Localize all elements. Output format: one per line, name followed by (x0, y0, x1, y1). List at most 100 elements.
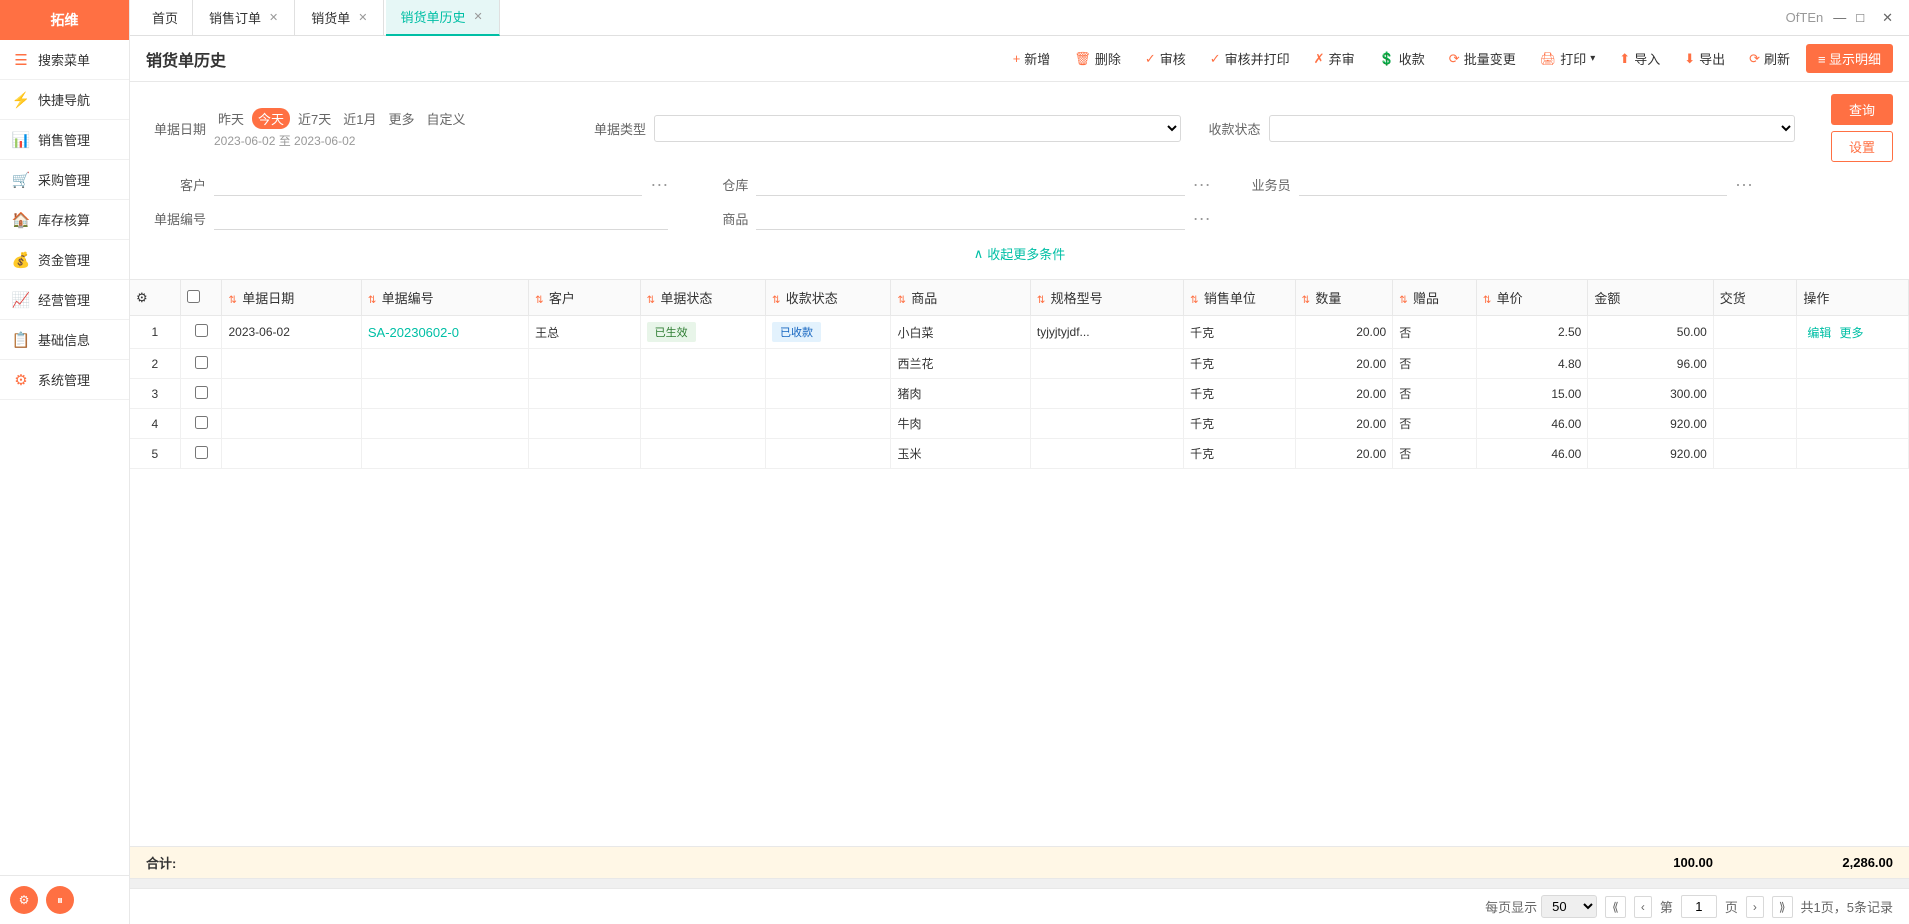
page-last-btn[interactable]: ⟫ (1772, 896, 1793, 918)
th-goods[interactable]: ⇅ 商品 (891, 280, 1030, 316)
sales-icon: 📊 (12, 131, 30, 149)
refresh-button[interactable]: ⟳ 刷新 (1741, 45, 1798, 72)
sidebar-item-inventory[interactable]: 🏠 库存核算 (0, 200, 129, 240)
tab-sales-order[interactable]: 销售订单 ✕ (195, 0, 295, 36)
query-button[interactable]: 查询 (1831, 94, 1893, 125)
th-gift[interactable]: ⇅ 赠品 (1393, 280, 1477, 316)
th-doc-date[interactable]: ⇅ 单据日期 (222, 280, 361, 316)
goods-dots[interactable]: ··· (1193, 208, 1211, 229)
page-first-btn[interactable]: ⟪ (1605, 896, 1626, 918)
th-spec[interactable]: ⇅ 规格型号 (1030, 280, 1183, 316)
page-input[interactable]: 1 (1681, 895, 1717, 918)
maximize-icon[interactable]: □ (1856, 10, 1864, 25)
row-checkbox-3[interactable] (195, 416, 208, 429)
tab-sales-order-close[interactable]: ✕ (267, 10, 280, 25)
shortcut-7days[interactable]: 近7天 (294, 108, 335, 129)
th-payment-status[interactable]: ⇅ 收款状态 (766, 280, 891, 316)
import-button[interactable]: ⬆ 导入 (1611, 45, 1668, 72)
print-button[interactable]: 🖨 打印 ▾ (1532, 45, 1604, 72)
gear-icon[interactable]: ⚙ (136, 290, 148, 305)
doc-no-link-0[interactable]: SA-20230602-0 (368, 325, 459, 340)
cell-transaction-3 (1713, 409, 1797, 439)
cell-gift-1: 否 (1393, 349, 1477, 379)
warehouse-input[interactable] (756, 172, 1184, 196)
new-button[interactable]: + 新增 (1005, 45, 1059, 72)
payment-status-select[interactable] (1269, 115, 1796, 142)
sidebar-item-sys-mgmt[interactable]: ⚙ 系统管理 (0, 360, 129, 400)
filter-actions: 查询 设置 (1831, 94, 1893, 162)
tab-sales-history[interactable]: 销货单历史 ✕ (386, 0, 499, 36)
shortcut-today[interactable]: 今天 (252, 108, 290, 129)
close-window-icon[interactable]: ✕ (1874, 10, 1901, 26)
per-page-select[interactable]: 50 100 (1541, 895, 1597, 918)
th-sales-unit[interactable]: ⇅ 销售单位 (1184, 280, 1296, 316)
show-detail-button[interactable]: ≡ 显示明细 (1806, 44, 1893, 73)
shortcut-1month[interactable]: 近1月 (339, 108, 380, 129)
scroll-bar-area[interactable] (130, 878, 1909, 888)
filter-doc-type: 单据类型 (586, 115, 1181, 142)
sidebar-item-search-menu[interactable]: ☰ 搜索菜单 (0, 40, 129, 80)
audit-button[interactable]: ✓ 审核 (1137, 45, 1194, 72)
row-checkbox-2[interactable] (195, 386, 208, 399)
collect-button[interactable]: 💲 收款 (1371, 45, 1433, 72)
page-next-btn[interactable]: › (1746, 896, 1764, 918)
sidebar-item-sales-mgmt[interactable]: 📊 销售管理 (0, 120, 129, 160)
doc-no-input[interactable] (214, 206, 668, 230)
more-btn-0[interactable]: 更多 (1835, 324, 1867, 342)
sidebar-item-basic-info[interactable]: 📋 基础信息 (0, 320, 129, 360)
abandon-button[interactable]: ✗ 弃审 (1306, 45, 1363, 72)
th-gear[interactable]: ⚙ (130, 280, 180, 316)
collapse-button[interactable]: ∧ 收起更多条件 (970, 240, 1070, 267)
sidebar-item-ops-mgmt[interactable]: 📈 经营管理 (0, 280, 129, 320)
shortcut-yesterday[interactable]: 昨天 (214, 108, 248, 129)
shortcut-custom[interactable]: 自定义 (423, 108, 470, 129)
cell-amount-1: 96.00 (1588, 349, 1713, 379)
shortcut-more[interactable]: 更多 (385, 108, 419, 129)
th-unit-price[interactable]: ⇅ 单价 (1476, 280, 1588, 316)
cell-spec-4 (1030, 439, 1183, 469)
select-all-checkbox[interactable] (187, 290, 200, 303)
th-gift-label: 赠品 (1413, 291, 1439, 306)
filter-goods: 商品 ··· (688, 206, 1210, 230)
th-customer[interactable]: ⇅ 客户 (529, 280, 641, 316)
goods-input[interactable] (756, 206, 1184, 230)
sort-sales-unit-icon: ⇅ (1190, 295, 1198, 306)
filter-row-3: 单据编号 商品 ··· (146, 206, 1893, 230)
sidebar-item-quick-nav[interactable]: ⚡ 快捷导航 (0, 80, 129, 120)
row-checkbox-0[interactable] (195, 324, 208, 337)
tab-sales-history-close[interactable]: ✕ (472, 9, 485, 24)
salesperson-input[interactable] (1299, 172, 1727, 196)
batch-change-button[interactable]: ⟳ 批量变更 (1441, 45, 1524, 72)
edit-btn-0[interactable]: 编辑 (1803, 324, 1835, 342)
doc-type-label: 单据类型 (586, 119, 646, 138)
doc-status-badge-0: 已生效 (647, 322, 696, 342)
sidebar-settings-btn[interactable]: ⚙ (10, 886, 38, 914)
th-unit-price-label: 单价 (1497, 291, 1523, 306)
tab-home[interactable]: 首页 (138, 0, 193, 36)
cell-doc-date-2 (222, 379, 361, 409)
filter-settings-button[interactable]: 设置 (1831, 131, 1893, 162)
customer-input[interactable] (214, 172, 642, 196)
audit-print-button[interactable]: ✓ 审核并打印 (1202, 45, 1298, 72)
export-button[interactable]: ⬇ 导出 (1676, 45, 1733, 72)
th-doc-status[interactable]: ⇅ 单据状态 (640, 280, 765, 316)
sidebar-item-purchase-mgmt[interactable]: 🛒 采购管理 (0, 160, 129, 200)
footer-label: 合计: (146, 853, 176, 872)
th-doc-no[interactable]: ⇅ 单据编号 (361, 280, 528, 316)
sidebar-toggle-btn[interactable]: ⏸ (46, 886, 74, 914)
row-checkbox-4[interactable] (195, 446, 208, 459)
tab-sales-goods[interactable]: 销货单 ✕ (297, 0, 384, 36)
customer-dots[interactable]: ··· (650, 174, 668, 195)
cell-checkbox-0 (180, 316, 222, 349)
page-prev-btn[interactable]: ‹ (1634, 896, 1652, 918)
doc-type-select[interactable] (654, 115, 1181, 142)
filter-salesperson: 业务员 ··· (1231, 172, 1753, 196)
row-checkbox-1[interactable] (195, 356, 208, 369)
delete-button[interactable]: 🗑 删除 (1066, 45, 1129, 72)
sidebar-item-finance-mgmt[interactable]: 💰 资金管理 (0, 240, 129, 280)
salesperson-dots[interactable]: ··· (1735, 174, 1753, 195)
warehouse-dots[interactable]: ··· (1193, 174, 1211, 195)
minimize-icon[interactable]: — (1833, 10, 1846, 25)
th-qty[interactable]: ⇅ 数量 (1295, 280, 1393, 316)
tab-sales-goods-close[interactable]: ✕ (356, 10, 369, 25)
